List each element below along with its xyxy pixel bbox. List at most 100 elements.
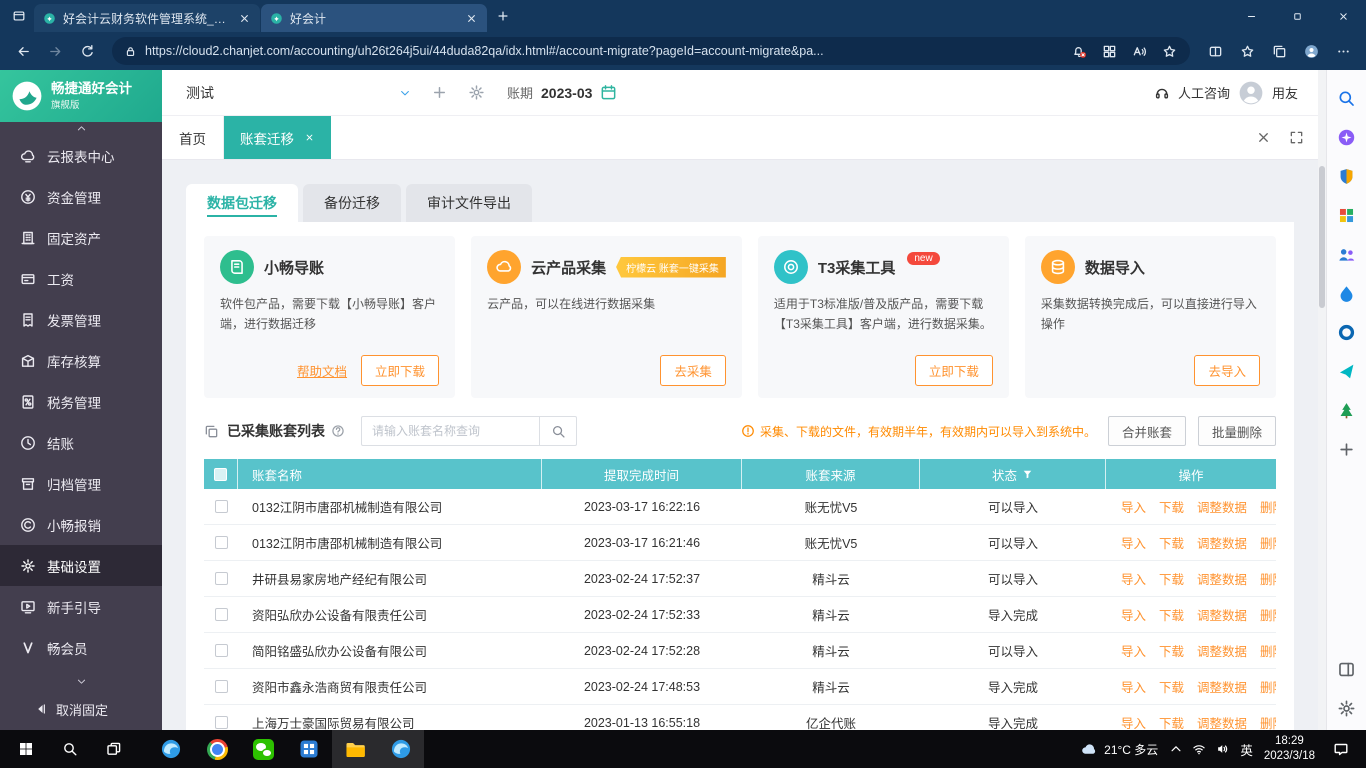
- action-delete-link[interactable]: 删除: [1260, 641, 1276, 660]
- add-favorite-icon[interactable]: [1154, 36, 1184, 66]
- action-download-link[interactable]: 下载: [1159, 533, 1184, 552]
- action-delete-link[interactable]: 删除: [1260, 605, 1276, 624]
- forward-button[interactable]: [40, 36, 70, 66]
- sidebar-item-tax[interactable]: 税务管理: [0, 381, 162, 422]
- sidebar-item-funds[interactable]: 资金管理: [0, 176, 162, 217]
- user-name[interactable]: 用友: [1272, 83, 1298, 102]
- refresh-button[interactable]: [72, 36, 102, 66]
- action-adjust-data-link[interactable]: 调整数据: [1197, 569, 1247, 588]
- sidebar-item-basic-settings[interactable]: 基础设置: [0, 545, 162, 586]
- notifications-blocked-icon[interactable]: [1064, 36, 1094, 66]
- page-tab[interactable]: 首页: [162, 116, 224, 159]
- browser-tab[interactable]: 好会计: [261, 4, 487, 32]
- sub-tab[interactable]: 数据包迁移: [186, 184, 298, 222]
- tray-chevron-up-icon[interactable]: [1169, 742, 1183, 756]
- sidebar-item-guide[interactable]: 新手引导: [0, 586, 162, 627]
- sidebar-item-salary[interactable]: 工资: [0, 258, 162, 299]
- sidebar-item-cloud-report[interactable]: 云报表中心: [0, 135, 162, 176]
- card-action-button[interactable]: 立即下载: [914, 355, 993, 386]
- taskbar-clock[interactable]: 18:29 2023/3/18: [1264, 734, 1315, 764]
- read-aloud-icon[interactable]: [1124, 36, 1154, 66]
- sidebar-item-member[interactable]: 畅会员: [0, 627, 162, 668]
- fullscreen-icon[interactable]: [1289, 130, 1304, 145]
- sidebar-item-reimburse[interactable]: 小畅报销: [0, 504, 162, 545]
- sidebar-item-fixed-assets[interactable]: 固定资产: [0, 217, 162, 258]
- close-tabs-icon[interactable]: [1256, 130, 1271, 145]
- profile-avatar[interactable]: [1296, 36, 1326, 66]
- search-button[interactable]: [539, 416, 577, 446]
- unpin-sidebar-button[interactable]: 取消固定: [0, 688, 162, 730]
- back-button[interactable]: [8, 36, 38, 66]
- action-download-link[interactable]: 下载: [1159, 605, 1184, 624]
- new-tab-button[interactable]: [488, 0, 518, 32]
- settings-gear-icon[interactable]: [468, 84, 485, 101]
- taskbar-app-wechat-icon[interactable]: [240, 730, 286, 768]
- taskbar-task-view-button[interactable]: [92, 730, 136, 768]
- row-checkbox[interactable]: [214, 536, 228, 549]
- maximize-button[interactable]: [1274, 0, 1320, 32]
- help-icon[interactable]: [331, 424, 345, 438]
- account-set-selector[interactable]: 测试: [186, 83, 411, 103]
- action-adjust-data-link[interactable]: 调整数据: [1197, 713, 1247, 730]
- card-help-link[interactable]: 帮助文档: [297, 361, 347, 380]
- edge-sidebar-panel-icon[interactable]: [1335, 657, 1359, 681]
- edge-sidebar-people-icon[interactable]: [1335, 242, 1359, 266]
- input-language-indicator[interactable]: 英: [1240, 740, 1253, 759]
- apps-grid-icon[interactable]: [1094, 36, 1124, 66]
- action-adjust-data-link[interactable]: 调整数据: [1197, 641, 1247, 660]
- close-window-button[interactable]: [1320, 0, 1366, 32]
- favorites-icon[interactable]: [1232, 36, 1262, 66]
- edge-sidebar-outlook-icon[interactable]: [1335, 320, 1359, 344]
- browser-tab[interactable]: 好会计云财务软件管理系统_会计: [34, 4, 260, 32]
- edge-sidebar-onedrive-icon[interactable]: [1335, 281, 1359, 305]
- select-all-checkbox[interactable]: [214, 467, 227, 481]
- action-delete-link[interactable]: 删除: [1260, 713, 1276, 730]
- support-link[interactable]: 人工咨询: [1178, 83, 1230, 102]
- action-delete-link[interactable]: 删除: [1260, 533, 1276, 552]
- sub-tab[interactable]: 备份迁移: [303, 184, 401, 222]
- taskbar-app-file-explorer-icon[interactable]: [332, 730, 378, 768]
- tray-wifi-icon[interactable]: [1192, 742, 1206, 756]
- edge-sidebar-shield-icon[interactable]: [1335, 164, 1359, 188]
- row-checkbox[interactable]: [214, 500, 228, 513]
- collections-icon[interactable]: [1264, 36, 1294, 66]
- action-download-link[interactable]: 下载: [1159, 569, 1184, 588]
- minimize-button[interactable]: [1228, 0, 1274, 32]
- page-tab-close-icon[interactable]: [304, 132, 315, 143]
- sidebar-item-closing[interactable]: 结账: [0, 422, 162, 463]
- action-delete-link[interactable]: 删除: [1260, 569, 1276, 588]
- sub-tab[interactable]: 审计文件导出: [406, 184, 532, 222]
- action-import-link[interactable]: 导入: [1121, 497, 1146, 516]
- action-download-link[interactable]: 下载: [1159, 713, 1184, 730]
- page-scrollbar[interactable]: [1318, 70, 1326, 730]
- sidebar-scroll-down-icon[interactable]: [0, 675, 162, 688]
- action-import-link[interactable]: 导入: [1121, 677, 1146, 696]
- action-adjust-data-link[interactable]: 调整数据: [1197, 605, 1247, 624]
- card-action-button[interactable]: 去导入: [1194, 355, 1260, 386]
- taskbar-app-edge-icon[interactable]: [378, 730, 424, 768]
- row-checkbox[interactable]: [214, 644, 228, 657]
- page-tab[interactable]: 账套迁移: [224, 116, 331, 159]
- edge-sidebar-settings-icon[interactable]: [1335, 696, 1359, 720]
- action-import-link[interactable]: 导入: [1121, 641, 1146, 660]
- edge-sidebar-apps-icon[interactable]: [1335, 203, 1359, 227]
- edge-sidebar-search-icon[interactable]: [1335, 86, 1359, 110]
- calendar-icon[interactable]: [600, 84, 617, 101]
- card-action-button[interactable]: 立即下载: [361, 355, 440, 386]
- sidebar-scroll-up-icon[interactable]: [0, 122, 162, 135]
- notification-center-icon[interactable]: [1326, 730, 1356, 768]
- taskbar-app-app-grid-icon[interactable]: [286, 730, 332, 768]
- action-import-link[interactable]: 导入: [1121, 533, 1146, 552]
- action-download-link[interactable]: 下载: [1159, 641, 1184, 660]
- row-checkbox[interactable]: [214, 608, 228, 621]
- action-download-link[interactable]: 下载: [1159, 677, 1184, 696]
- sidebar-item-invoice[interactable]: 发票管理: [0, 299, 162, 340]
- taskbar-app-edge-icon[interactable]: [148, 730, 194, 768]
- tab-actions-icon[interactable]: [4, 0, 34, 32]
- tray-volume-icon[interactable]: [1215, 742, 1229, 756]
- action-delete-link[interactable]: 删除: [1260, 497, 1276, 516]
- search-input[interactable]: [361, 416, 539, 446]
- user-avatar[interactable]: [1238, 80, 1264, 106]
- browser-menu-icon[interactable]: [1328, 36, 1358, 66]
- tab-close-icon[interactable]: [465, 12, 478, 25]
